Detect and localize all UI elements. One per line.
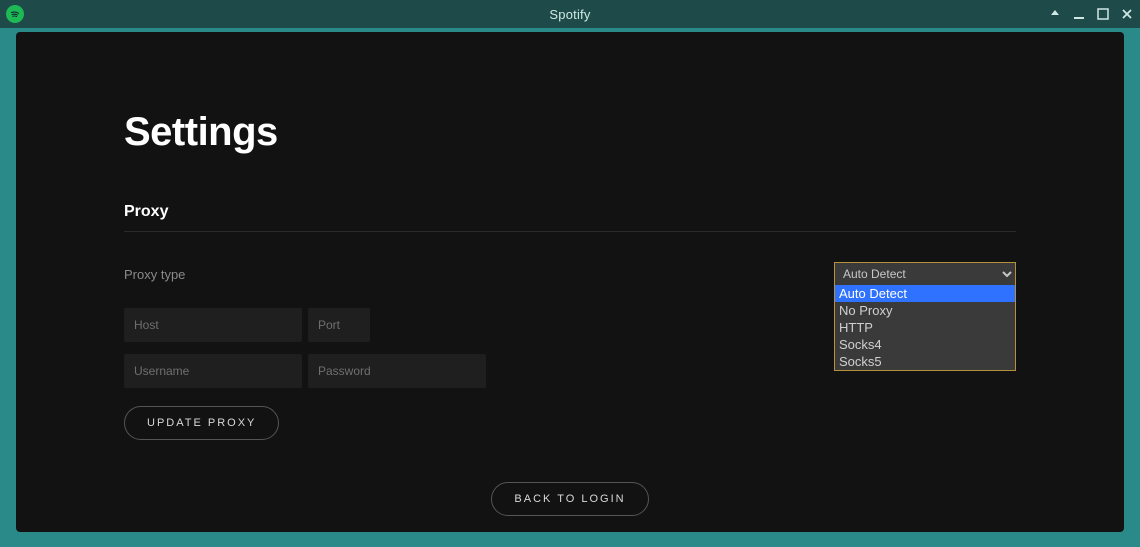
page-title: Settings xyxy=(124,110,1016,155)
rollup-icon[interactable] xyxy=(1048,7,1062,21)
back-row: BACK TO LOGIN xyxy=(124,482,1016,516)
app-window: Settings Proxy Proxy type Auto Detect Au… xyxy=(16,32,1124,532)
dropdown-option[interactable]: Auto Detect xyxy=(835,285,1015,302)
proxy-type-label: Proxy type xyxy=(124,267,185,282)
update-row: UPDATE PROXY xyxy=(124,406,1016,440)
window-controls xyxy=(1048,7,1134,21)
close-icon[interactable] xyxy=(1120,7,1134,21)
proxy-heading: Proxy xyxy=(124,203,1016,232)
proxy-type-select[interactable]: Auto Detect xyxy=(834,262,1016,286)
spotify-icon xyxy=(6,5,24,23)
proxy-type-select-wrap: Auto Detect Auto Detect No Proxy HTTP So… xyxy=(834,262,1016,286)
minimize-icon[interactable] xyxy=(1072,7,1086,21)
settings-content: Settings Proxy Proxy type Auto Detect Au… xyxy=(16,32,1124,516)
dropdown-option[interactable]: Socks5 xyxy=(835,353,1015,370)
port-input[interactable] xyxy=(308,308,370,342)
maximize-icon[interactable] xyxy=(1096,7,1110,21)
proxy-type-row: Proxy type Auto Detect Auto Detect No Pr… xyxy=(124,262,1016,286)
back-to-login-button[interactable]: BACK TO LOGIN xyxy=(491,482,648,516)
window-title: Spotify xyxy=(549,7,590,22)
password-input[interactable] xyxy=(308,354,486,388)
host-input[interactable] xyxy=(124,308,302,342)
dropdown-option[interactable]: No Proxy xyxy=(835,302,1015,319)
update-proxy-button[interactable]: UPDATE PROXY xyxy=(124,406,279,440)
titlebar: Spotify xyxy=(0,0,1140,28)
dropdown-option[interactable]: Socks4 xyxy=(835,336,1015,353)
username-input[interactable] xyxy=(124,354,302,388)
proxy-type-dropdown: Auto Detect No Proxy HTTP Socks4 Socks5 xyxy=(834,285,1016,371)
dropdown-option[interactable]: HTTP xyxy=(835,319,1015,336)
